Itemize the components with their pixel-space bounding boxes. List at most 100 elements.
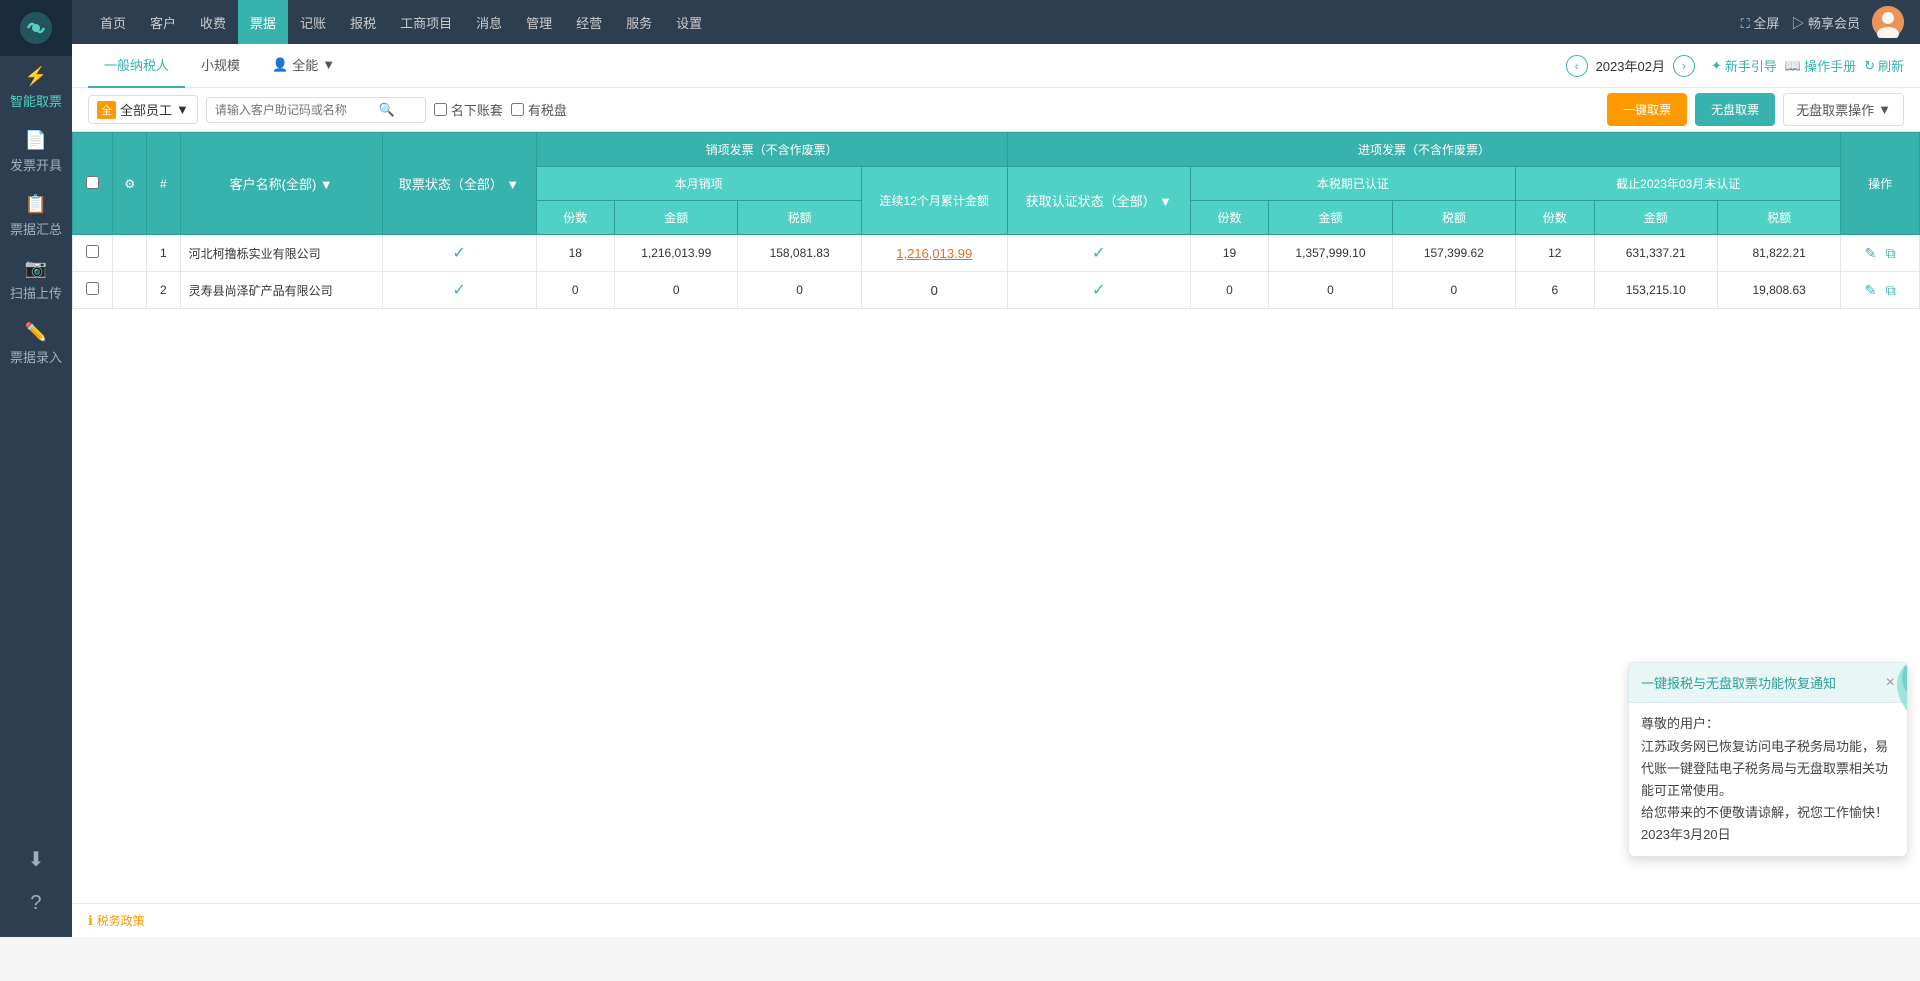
- row-company: 河北柯撸栎实业有限公司: [180, 235, 382, 272]
- member-button[interactable]: ▷ 畅享会员: [1791, 13, 1860, 32]
- row-company: 灵寿县尚泽矿产品有限公司: [180, 272, 382, 309]
- top-actions: ✦ 新手引导 📖 操作手册 ↻ 刷新: [1711, 56, 1904, 75]
- help-icon[interactable]: ?: [24, 886, 47, 921]
- summary-icon: 📋: [25, 194, 47, 215]
- avatar[interactable]: [1872, 6, 1904, 38]
- refresh-icon: ↻: [1864, 58, 1875, 74]
- fetch-status-icon: ✓: [452, 282, 465, 299]
- nav-customer[interactable]: 客户: [138, 0, 188, 44]
- select-all-checkbox[interactable]: [86, 176, 99, 189]
- sidebar-bottom: ⬇ ?: [22, 841, 51, 937]
- nav-message[interactable]: 消息: [464, 0, 514, 44]
- tab-small-label: 小规模: [201, 55, 240, 74]
- underaccount-check[interactable]: [434, 103, 447, 116]
- auth-status-icon: ✓: [1092, 245, 1105, 262]
- sidebar-logo: [0, 0, 72, 56]
- taxdisk-check[interactable]: [511, 103, 524, 116]
- download-icon[interactable]: ⬇: [22, 841, 51, 878]
- table-row: 2 灵寿县尚泽矿产品有限公司 ✓ 0 0 0 0 ✓ 0 0 0 6 153,2…: [73, 272, 1920, 309]
- sales-12m-link[interactable]: 1,216,013.99: [896, 246, 972, 261]
- row-check-1[interactable]: [86, 282, 99, 295]
- tab-small[interactable]: 小规模: [185, 44, 256, 88]
- sidebar-item-data-entry[interactable]: ✏️ 票据录入: [0, 312, 72, 376]
- row-edit-button[interactable]: ✎: [1865, 245, 1877, 261]
- th-sales-amount: 金额: [615, 201, 738, 235]
- nav-billing[interactable]: 收费: [188, 0, 238, 44]
- employee-dropdown-icon: ▼: [176, 102, 189, 117]
- main-table: ⚙ # 客户名称(全部) ▼ 取票状态（全部） ▼ 销项发票（不含作废票） 进项…: [72, 132, 1920, 309]
- nav-business[interactable]: 工商项目: [388, 0, 464, 44]
- sidebar-item-label: 票据汇总: [10, 219, 62, 238]
- sidebar-item-smart-fetch[interactable]: ⚡ 智能取票: [0, 56, 72, 120]
- sidebar-item-invoice-summary[interactable]: 📋 票据汇总: [0, 184, 72, 248]
- th-purchase-group: 进项发票（不含作废票）: [1007, 133, 1841, 167]
- footer: ℹ 税务政策: [72, 903, 1920, 937]
- notification-close-button[interactable]: ×: [1886, 674, 1895, 692]
- nav-home[interactable]: 首页: [88, 0, 138, 44]
- tab-general[interactable]: 一般纳税人: [88, 44, 185, 88]
- nav-service[interactable]: 服务: [614, 0, 664, 44]
- sidebar: ⚡ 智能取票 📄 发票开具 📋 票据汇总 📷 扫描上传 ✏️ 票据录入 ⬇ ?: [0, 0, 72, 937]
- th-sales-count: 份数: [536, 201, 615, 235]
- info-icon: ℹ: [88, 913, 93, 928]
- filter-icon: ▼: [320, 177, 333, 192]
- th-purchase-recognized: 本税期已认证: [1190, 167, 1515, 201]
- th-sales-thismonth: 本月销项: [536, 167, 861, 201]
- date-nav: ‹ 2023年02月 ›: [1566, 55, 1695, 77]
- no-disk-fetch-button[interactable]: 无盘取票: [1695, 93, 1775, 126]
- sidebar-item-invoice-open[interactable]: 📄 发票开具: [0, 120, 72, 184]
- dropdown-arrow-icon: ▼: [1878, 102, 1891, 117]
- tab-all-label: 全能: [292, 55, 318, 74]
- notification-popup: 一键报税与无盘取票功能恢复通知 × 尊敬的用户： 江苏政务网已恢复访问电子税务局…: [1628, 662, 1908, 857]
- search-input[interactable]: [215, 103, 375, 117]
- one-click-fetch-button[interactable]: 一键取票: [1607, 93, 1687, 126]
- nav-tax[interactable]: 报税: [338, 0, 388, 44]
- user-icon: 👤: [272, 57, 288, 73]
- row-copy-button[interactable]: ⧉: [1886, 245, 1896, 261]
- guide-button[interactable]: ✦ 新手引导: [1711, 56, 1777, 75]
- tax-policy-link[interactable]: 税务政策: [97, 914, 145, 928]
- sidebar-item-scan-upload[interactable]: 📷 扫描上传: [0, 248, 72, 312]
- th-auth-status: 获取认证状态（全部） ▼: [1007, 167, 1190, 235]
- notification-title: 一键报税与无盘取票功能恢复通知: [1641, 673, 1836, 692]
- th-settings: ⚙: [113, 133, 147, 235]
- nav-operation[interactable]: 经营: [564, 0, 614, 44]
- row-check-0[interactable]: [86, 245, 99, 258]
- th-action: 操作: [1841, 133, 1920, 235]
- nav-invoice[interactable]: 票据: [238, 0, 288, 44]
- nav-settings[interactable]: 设置: [664, 0, 714, 44]
- topnav: 首页 客户 收费 票据 记账 报税 工商项目 消息 管理 经营 服务 设置 ⛶ …: [72, 0, 1920, 44]
- taxdisk-checkbox[interactable]: 有税盘: [511, 100, 567, 119]
- filter-right-actions: 一键取票 无盘取票 无盘取票操作 ▼: [1607, 93, 1904, 126]
- th-purchase-unrecognized: 截止2023年03月未认证: [1516, 167, 1841, 201]
- row-checkbox[interactable]: [73, 235, 113, 272]
- tab-all[interactable]: 👤 全能 ▼: [256, 44, 351, 88]
- notification-header: 一键报税与无盘取票功能恢复通知 ×: [1629, 663, 1907, 703]
- sales-12m-link: 0: [931, 283, 938, 298]
- refresh-button[interactable]: ↻ 刷新: [1864, 56, 1904, 75]
- employee-badge: 全: [97, 101, 116, 119]
- th-pur-amount: 金额: [1269, 201, 1392, 235]
- th-sales-12m: 连续12个月累计金额: [861, 167, 1007, 235]
- nav-bookkeeping[interactable]: 记账: [288, 0, 338, 44]
- manual-button[interactable]: 📖 操作手册: [1785, 56, 1856, 75]
- topnav-right: ⛶ 全屏 ▷ 畅享会员: [1741, 6, 1904, 38]
- nav-manage[interactable]: 管理: [514, 0, 564, 44]
- notification-body: 尊敬的用户： 江苏政务网已恢复访问电子税务局功能，易代账一键登陆电子税务局与无盘…: [1629, 703, 1907, 856]
- no-disk-ops-button[interactable]: 无盘取票操作 ▼: [1783, 93, 1904, 126]
- tab-general-label: 一般纳税人: [104, 55, 169, 74]
- th-customer: 客户名称(全部) ▼: [180, 133, 382, 235]
- fullscreen-button[interactable]: ⛶ 全屏: [1741, 13, 1780, 32]
- underaccount-checkbox[interactable]: 名下账套: [434, 100, 503, 119]
- filterbar: 全 全部员工 ▼ 🔍 名下账套 有税盘 一键取票 无盘取票 无盘取票操作 ▼: [72, 88, 1920, 132]
- th-pur-count: 份数: [1190, 201, 1269, 235]
- date-prev-button[interactable]: ‹: [1566, 55, 1588, 77]
- employee-filter[interactable]: 全 全部员工 ▼: [88, 95, 198, 124]
- date-next-button[interactable]: ›: [1673, 55, 1695, 77]
- th-un-count: 份数: [1516, 201, 1595, 235]
- row-copy-button[interactable]: ⧉: [1886, 282, 1896, 298]
- row-edit-button[interactable]: ✎: [1865, 282, 1877, 298]
- table-row: 1 河北柯撸栎实业有限公司 ✓ 18 1,216,013.99 158,081.…: [73, 235, 1920, 272]
- search-icon[interactable]: 🔍: [379, 102, 395, 118]
- row-checkbox[interactable]: [73, 272, 113, 309]
